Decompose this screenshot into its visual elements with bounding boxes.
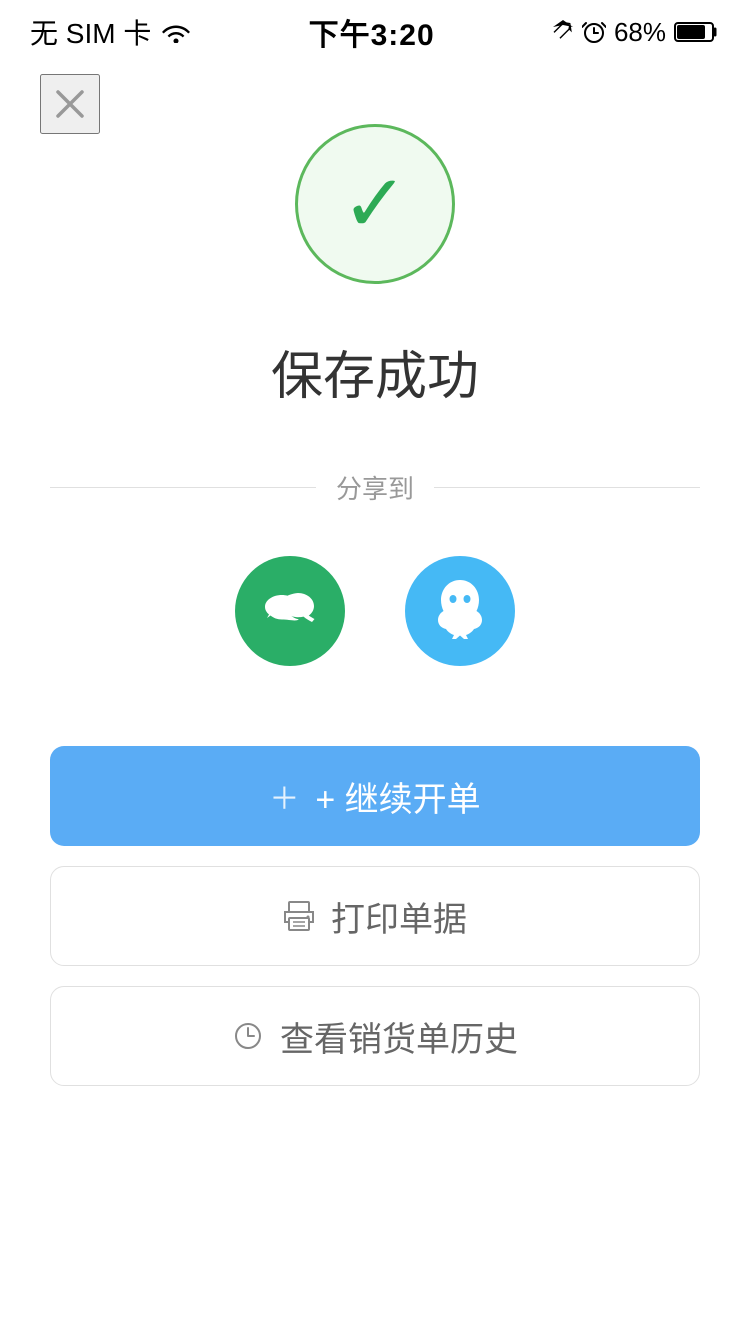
battery-percentage: 68% xyxy=(614,17,666,48)
close-button[interactable] xyxy=(40,74,100,134)
share-icons xyxy=(50,556,700,666)
history-button[interactable]: 查看销货单历史 xyxy=(50,986,700,1086)
printer-icon xyxy=(283,900,315,932)
share-divider: 分享到 xyxy=(50,469,700,506)
qq-icon xyxy=(429,576,491,646)
wifi-icon xyxy=(161,21,191,43)
share-label: 分享到 xyxy=(336,469,414,506)
continue-order-button[interactable]: ＋ + 继续开单 xyxy=(50,746,700,846)
plus-icon: ＋ xyxy=(269,774,299,818)
history-label: 查看销货单历史 xyxy=(280,1012,518,1061)
location-icon xyxy=(552,19,574,45)
main-content: ✓ 保存成功 分享到 xyxy=(0,64,750,1086)
print-button[interactable]: 打印单据 xyxy=(50,866,700,966)
wechat-share-button[interactable] xyxy=(235,556,345,666)
status-bar: 无 SIM 卡 下午3:20 68% xyxy=(0,0,750,64)
continue-order-label: + 继续开单 xyxy=(315,772,480,821)
qq-share-button[interactable] xyxy=(405,556,515,666)
alarm-icon xyxy=(582,19,606,45)
action-buttons: ＋ + 继续开单 打印单据 查看销货单历史 xyxy=(0,746,750,1086)
status-time: 下午3:20 xyxy=(309,10,435,54)
battery-icon xyxy=(674,20,720,44)
wechat-icon xyxy=(260,585,320,637)
no-sim-text: 无 SIM 卡 xyxy=(30,12,151,52)
status-right: 68% xyxy=(552,17,720,48)
print-label: 打印单据 xyxy=(331,892,467,941)
history-icon xyxy=(232,1020,264,1052)
success-title: 保存成功 xyxy=(271,334,479,409)
checkmark-icon: ✓ xyxy=(341,164,408,244)
success-icon-circle: ✓ xyxy=(295,124,455,284)
share-section: 分享到 xyxy=(0,469,750,666)
status-left: 无 SIM 卡 xyxy=(30,12,191,52)
